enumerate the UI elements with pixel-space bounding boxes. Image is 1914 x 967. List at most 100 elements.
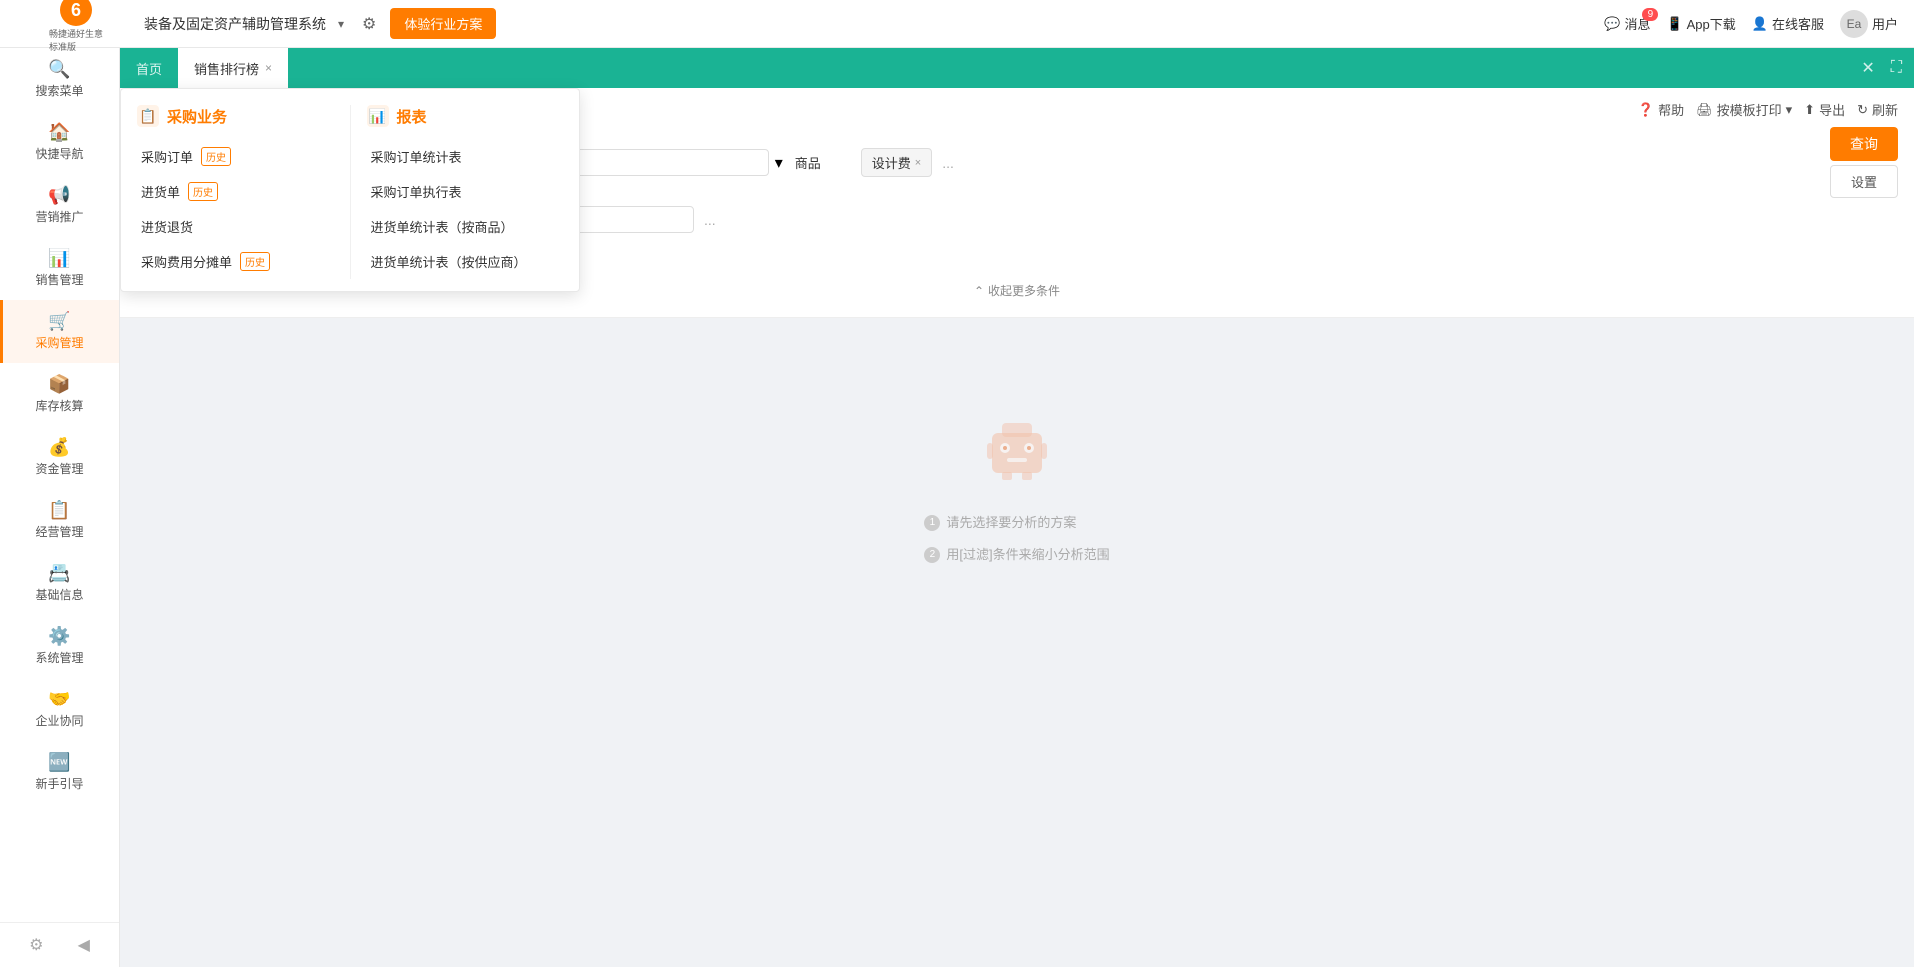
- home-icon: 🏠: [48, 123, 70, 141]
- query-btn[interactable]: 查询: [1830, 127, 1898, 161]
- sales-icon: 📊: [48, 249, 70, 267]
- dropdown-col-report: 📊 报表 采购订单统计表 采购订单执行表 进货单统计表（按商品） 进货单统计表（…: [351, 105, 580, 279]
- toolbar-right: ❓ 帮助 🖨 按模板打印 ▾ ⬆ 导出 ↻: [1638, 100, 1898, 119]
- user-btn[interactable]: Ea 用户: [1840, 10, 1898, 38]
- message-icon: 💬: [1604, 16, 1620, 32]
- tab-bar: 首页 销售排行榜 × ✕ ⛶: [120, 48, 1914, 88]
- empty-state: 1 请先选择要分析的方案 2 用[过滤]条件来缩小分析范围: [120, 318, 1914, 648]
- refresh-icon: ↻: [1857, 102, 1868, 118]
- logo-text: 畅捷通好生意 标准版: [49, 27, 103, 53]
- main-layout: 🔍 搜索菜单 🏠 快捷导航 📢 营销推广 📊 销售管理 🛒 采购管理 📦 库存核…: [0, 48, 1914, 967]
- empty-step-1: 1 请先选择要分析的方案: [924, 510, 1109, 536]
- sidebar-item-inventory[interactable]: 📦 库存核算: [0, 363, 119, 426]
- action-btns: 查询 设置: [1830, 127, 1898, 198]
- purchase-icon: 🛒: [48, 312, 70, 330]
- sidebar-item-search[interactable]: 🔍 搜索菜单: [0, 48, 119, 111]
- tab-sales-rank[interactable]: 销售排行榜 ×: [178, 48, 288, 88]
- product-field: 商品 设计费 × ...: [795, 148, 958, 177]
- report-title-icon: 📊: [367, 105, 389, 127]
- status-select[interactable]: [569, 149, 769, 176]
- product-dots[interactable]: ...: [938, 155, 958, 171]
- basic-icon: 📇: [48, 564, 70, 582]
- help-btn[interactable]: ❓ 帮助: [1638, 100, 1684, 119]
- dropdown-item-receipt-stats-supplier[interactable]: 进货单统计表（按供应商）: [367, 244, 564, 279]
- purchase-dropdown-menu: 📋 采购业务 采购订单 历史 进货单 历史 进货退货 采购费用分摊单 历史: [120, 88, 580, 292]
- dropdown-item-purchase-expense[interactable]: 采购费用分摊单 历史: [137, 244, 334, 279]
- search-icon: 🔍: [48, 60, 70, 78]
- sidebar-item-operations[interactable]: 📋 经营管理: [0, 489, 119, 552]
- sidebar-item-purchase[interactable]: 🛒 采购管理: [0, 300, 119, 363]
- collapse-btn[interactable]: ⌃ 收起更多条件: [974, 282, 1060, 299]
- dropdown-item-order-stats[interactable]: 采购订单统计表: [367, 139, 564, 174]
- guide-icon: 🆕: [48, 753, 70, 771]
- tab-expand-icon[interactable]: ⛶: [1887, 55, 1906, 81]
- status-dropdown-icon: ▾: [775, 153, 783, 173]
- sidebar-item-marketing[interactable]: 📢 营销推广: [0, 174, 119, 237]
- print-btn[interactable]: 🖨 按模板打印 ▾: [1696, 100, 1792, 119]
- settings-btn[interactable]: 设置: [1830, 165, 1898, 198]
- dropdown-col-title-report: 📊 报表: [367, 105, 564, 127]
- collapse-sidebar-btn[interactable]: ◀: [78, 935, 90, 955]
- sidebar-item-cooperation[interactable]: 🤝 企业协同: [0, 678, 119, 741]
- tab-close-btn[interactable]: ×: [265, 61, 272, 75]
- app-download-btn[interactable]: 📱 App下载: [1666, 14, 1735, 33]
- history-badge-3: 历史: [240, 252, 270, 271]
- sidebar-item-system[interactable]: ⚙️ 系统管理: [0, 615, 119, 678]
- print-icon: 🖨: [1696, 102, 1713, 118]
- message-badge: 9: [1642, 8, 1658, 21]
- header-right: 💬 消息 9 📱 App下载 👤 在线客服 Ea 用户: [1604, 10, 1898, 38]
- tab-close-icon[interactable]: ✕: [1857, 54, 1878, 82]
- sidebar-bottom: ⚙ ◀: [0, 922, 119, 967]
- system-icon: ⚙️: [48, 627, 70, 645]
- logo-area: 6 畅捷通好生意 标准版: [16, 0, 136, 53]
- sidebar-item-basic[interactable]: 📇 基础信息: [0, 552, 119, 615]
- empty-text: 1 请先选择要分析的方案 2 用[过滤]条件来缩小分析范围: [924, 510, 1109, 568]
- sidebar-item-quick[interactable]: 🏠 快捷导航: [0, 111, 119, 174]
- message-btn[interactable]: 💬 消息 9: [1604, 14, 1650, 33]
- export-icon: ⬆: [1804, 102, 1815, 118]
- logo-icon: 6: [60, 0, 92, 26]
- avatar: Ea: [1840, 10, 1868, 38]
- export-btn[interactable]: ⬆ 导出: [1804, 100, 1845, 119]
- dropdown-item-purchase-return[interactable]: 进货退货: [137, 209, 334, 244]
- settings-bottom-btn[interactable]: ⚙: [29, 935, 43, 955]
- dropdown-item-order-exec[interactable]: 采购订单执行表: [367, 174, 564, 209]
- dropdown-item-receipt-stats-product[interactable]: 进货单统计表（按商品）: [367, 209, 564, 244]
- collapse-icon: ⌃: [974, 284, 984, 298]
- marketing-icon: 📢: [48, 186, 70, 204]
- business-title-icon: 📋: [137, 105, 159, 127]
- top-header: 6 畅捷通好生意 标准版 装备及固定资产辅助管理系统 ⚙ 体验行业方案 💬 消息…: [0, 0, 1914, 48]
- sidebar-item-sales[interactable]: 📊 销售管理: [0, 237, 119, 300]
- finance-icon: 💰: [48, 438, 70, 456]
- system-title: 装备及固定资产辅助管理系统: [144, 14, 326, 34]
- cooperation-icon: 🤝: [48, 690, 70, 708]
- product-tag-close[interactable]: ×: [915, 157, 921, 169]
- operations-icon: 📋: [48, 501, 70, 519]
- sidebar-item-guide[interactable]: 🆕 新手引导: [0, 741, 119, 804]
- service-icon: 👤: [1752, 16, 1768, 32]
- print-dropdown-icon: ▾: [1786, 102, 1793, 118]
- dropdown-col-business: 📋 采购业务 采购订单 历史 进货单 历史 进货退货 采购费用分摊单 历史: [121, 105, 351, 279]
- sidebar: 🔍 搜索菜单 🏠 快捷导航 📢 营销推广 📊 销售管理 🛒 采购管理 📦 库存核…: [0, 48, 120, 967]
- empty-step-2: 2 用[过滤]条件来缩小分析范围: [924, 542, 1109, 568]
- product-tag: 设计费 ×: [861, 148, 932, 177]
- dropdown-item-purchase-order[interactable]: 采购订单 历史: [137, 139, 334, 174]
- content-area: 首页 销售排行榜 × ✕ ⛶ ❓ 帮助: [120, 48, 1914, 967]
- online-service-btn[interactable]: 👤 在线客服: [1752, 14, 1824, 33]
- tab-home[interactable]: 首页: [120, 48, 178, 88]
- empty-illustration: [967, 398, 1067, 498]
- dropdown-col-title-business: 📋 采购业务: [137, 105, 334, 127]
- dropdown-item-purchase-receipt[interactable]: 进货单 历史: [137, 174, 334, 209]
- refresh-btn[interactable]: ↻ 刷新: [1857, 100, 1898, 119]
- mobile-icon: 📱: [1666, 16, 1682, 32]
- history-badge-1: 历史: [188, 182, 218, 201]
- header-mid: 装备及固定资产辅助管理系统 ⚙ 体验行业方案: [136, 8, 1604, 39]
- help-icon: ❓: [1638, 102, 1654, 118]
- system-dropdown-btn[interactable]: [334, 15, 348, 33]
- salesman-dots[interactable]: ...: [700, 212, 720, 228]
- tab-bar-right: ✕ ⛶: [1857, 54, 1914, 82]
- industry-btn[interactable]: 体验行业方案: [390, 8, 496, 39]
- system-gear-btn[interactable]: ⚙: [356, 12, 382, 36]
- sidebar-item-finance[interactable]: 💰 资金管理: [0, 426, 119, 489]
- inventory-icon: 📦: [48, 375, 70, 393]
